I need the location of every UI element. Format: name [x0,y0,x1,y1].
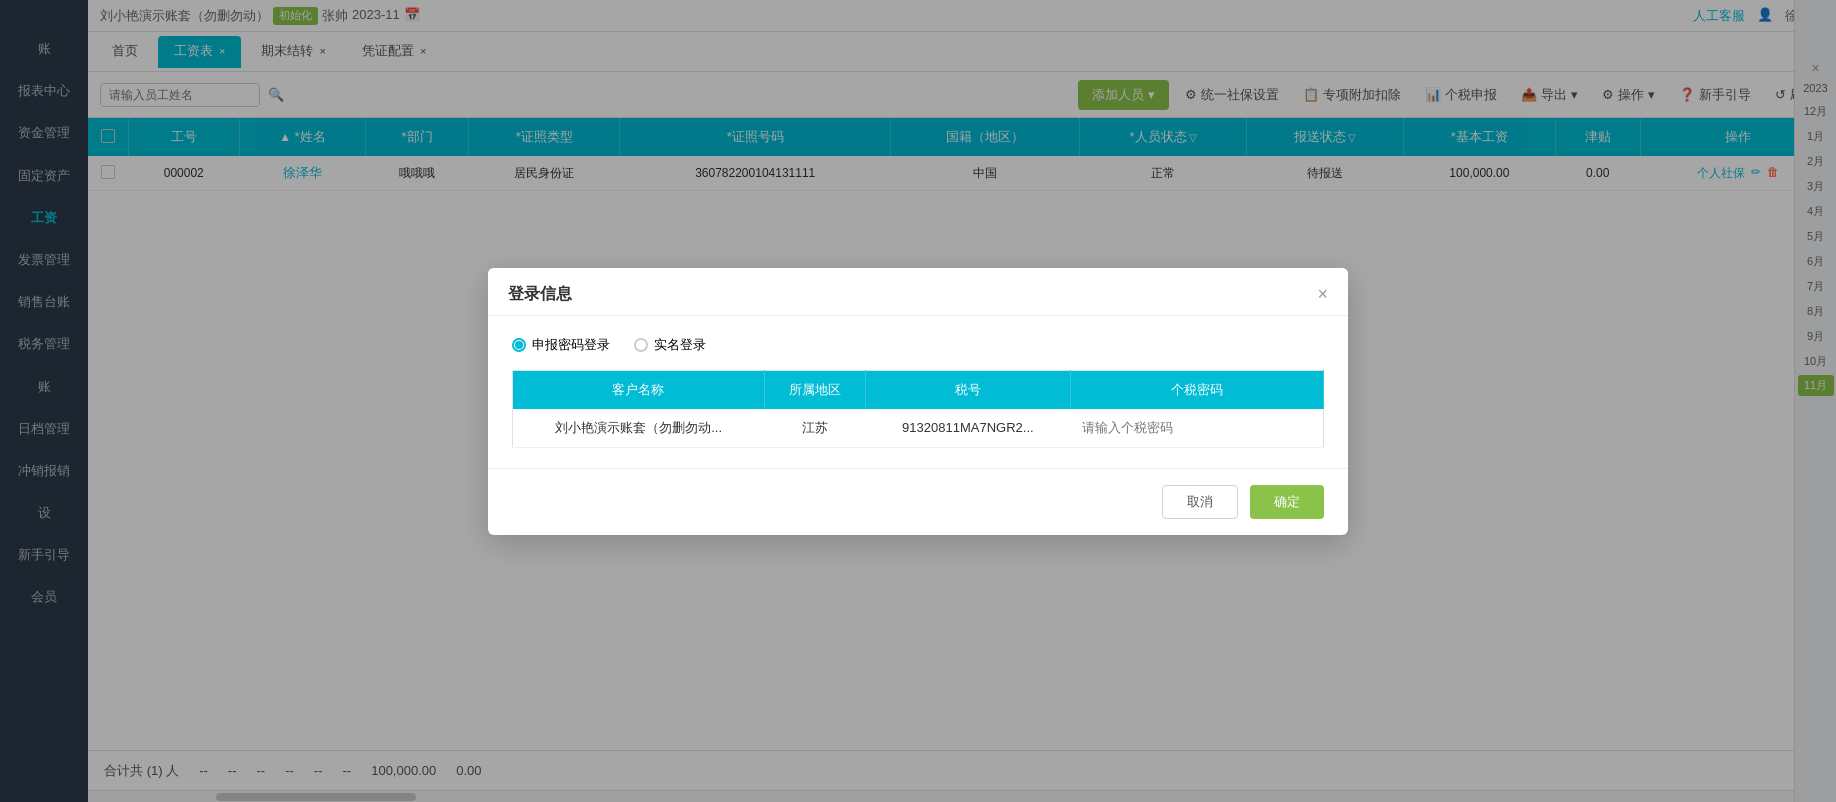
client-password-cell[interactable] [1070,409,1323,448]
client-row: 刘小艳演示账套（勿删勿动... 江苏 91320811MA7NGR2... [513,409,1324,448]
dialog-footer: 取消 确定 [488,468,1348,535]
client-table: 客户名称 所属地区 税号 个税密码 刘小艳演示账套（勿删勿动... 江苏 913… [512,370,1324,448]
client-region-cell: 江苏 [764,409,865,448]
radio-password-login[interactable]: 申报密码登录 [512,336,610,354]
dialog-title: 登录信息 [508,284,572,305]
client-name-cell: 刘小艳演示账套（勿删勿动... [513,409,765,448]
login-method-group: 申报密码登录 实名登录 [512,336,1324,354]
cancel-button[interactable]: 取消 [1162,485,1238,519]
col-tax-no: 税号 [866,370,1071,409]
confirm-button[interactable]: 确定 [1250,485,1324,519]
radio-password-circle [512,338,526,352]
col-region: 所属地区 [764,370,865,409]
radio-realname-circle [634,338,648,352]
dialog-body: 申报密码登录 实名登录 客户名称 所属地区 税号 个税密码 [488,316,1348,468]
col-tax-password: 个税密码 [1070,370,1323,409]
login-dialog: 登录信息 × 申报密码登录 实名登录 客户名称 所属地区 [488,268,1348,535]
dialog-close-button[interactable]: × [1317,285,1328,303]
dialog-overlay[interactable]: 登录信息 × 申报密码登录 实名登录 客户名称 所属地区 [0,0,1836,802]
tax-password-input[interactable] [1082,420,1311,435]
client-tax-no-cell: 91320811MA7NGR2... [866,409,1071,448]
dialog-header: 登录信息 × [488,268,1348,316]
col-client-name: 客户名称 [513,370,765,409]
radio-realname-login[interactable]: 实名登录 [634,336,706,354]
